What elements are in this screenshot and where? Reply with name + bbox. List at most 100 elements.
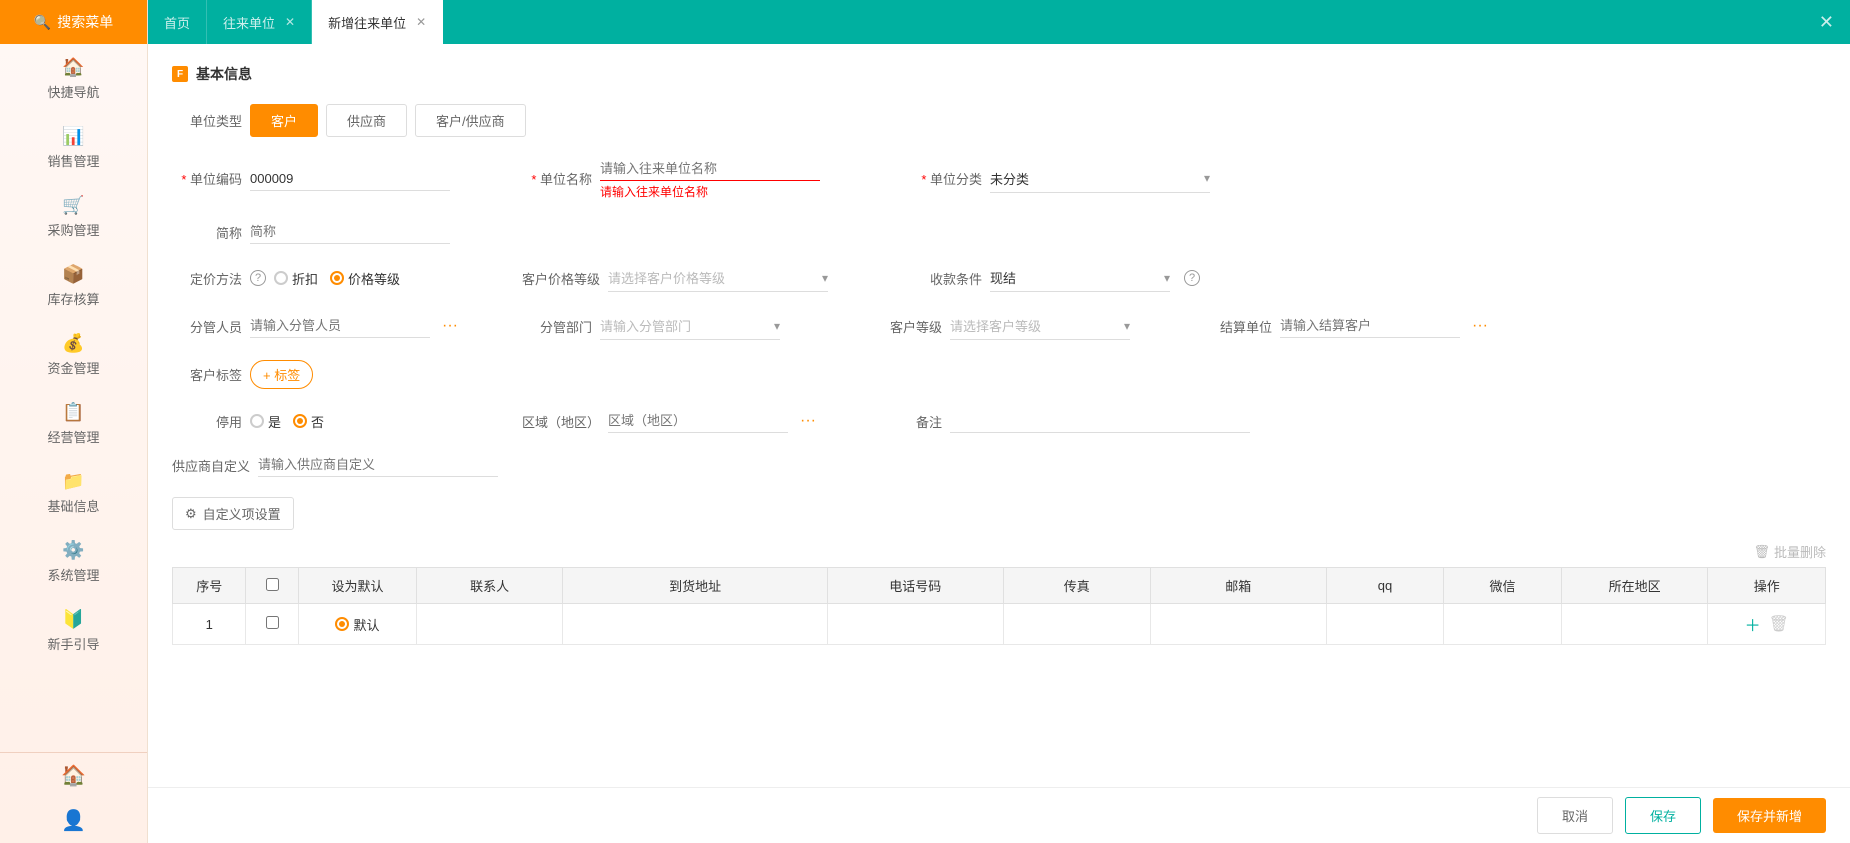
wechat-input[interactable] [1454,617,1550,632]
region-table-input[interactable] [1572,617,1698,632]
table-select-all-checkbox[interactable] [266,578,279,591]
qq-input[interactable] [1337,617,1433,632]
pricing-discount-radio[interactable]: 折扣 [274,269,318,288]
col-check-header [246,568,299,604]
row-default-label: 默认 [353,615,379,634]
settlement-unit-label: 结算单位 [1202,317,1272,336]
address-input[interactable] [573,617,816,632]
unit-type-supplier-btn[interactable]: 供应商 [326,104,407,137]
unit-code-label: 单位编码 [172,169,242,188]
row-default: 默认 [299,604,416,645]
tab-home[interactable]: 首页 [148,0,207,44]
tab-partners-close[interactable]: ✕ [285,15,295,29]
sidebar-item-label: 采购管理 [47,220,99,239]
tab-new-partner-label: 新增往来单位 [328,13,406,32]
row-contact[interactable] [416,604,563,645]
save-button[interactable]: 保存 [1625,797,1701,834]
unit-category-field: 单位分类 未分类 ▾ [912,165,1252,193]
save-new-button[interactable]: 保存并新增 [1713,798,1826,833]
sidebar-item-operations[interactable]: 📋 经营管理 [0,389,147,458]
manager-label: 分管人员 [172,317,242,336]
tab-bar-close-all[interactable]: ✕ [1803,12,1850,33]
add-tag-button[interactable]: + 标签 [250,360,313,389]
sidebar-item-guide[interactable]: 🔰 新手引导 [0,596,147,665]
pricing-level-radio[interactable]: 价格等级 [330,269,400,288]
department-select[interactable]: 请输入分管部门 ▾ [600,312,780,340]
sidebar-item-purchase[interactable]: 🛒 采购管理 [0,182,147,251]
customer-price-level-select[interactable]: 请选择客户价格等级 ▾ [608,264,828,292]
row-delete-btn[interactable]: 🗑 [1769,614,1789,634]
sidebar-user-icon[interactable]: 👤 [0,798,147,843]
sidebar-item-system[interactable]: ⚙️ 系统管理 [0,527,147,596]
pricing-method-radios: 折扣 价格等级 [274,269,400,288]
sidebar-item-inventory[interactable]: 📦 库存核算 [0,251,147,320]
sidebar-item-basic-info[interactable]: 📁 基础信息 [0,458,147,527]
tab-partners[interactable]: 往来单位 ✕ [207,0,312,44]
row-wechat[interactable] [1444,604,1561,645]
manager-input[interactable] [250,314,430,338]
pricing-help-icon[interactable]: ? [250,270,266,286]
purchase-icon: 🛒 [63,194,85,216]
sidebar-home-icon[interactable]: 🏠 [0,753,147,798]
row-default-radio[interactable]: 默认 [309,615,405,634]
discount-label: 折扣 [292,269,318,288]
fax-input[interactable] [1014,617,1140,632]
settlement-unit-more-btn[interactable]: ··· [1468,317,1492,335]
unit-category-value: 未分类 [990,169,1029,188]
row-fax[interactable] [1003,604,1150,645]
customer-level-select[interactable]: 请选择客户等级 ▾ [950,312,1130,340]
col-phone-header: 电话号码 [827,568,1003,604]
payment-help-icon[interactable]: ? [1184,270,1200,286]
tab-partners-label: 往来单位 [223,13,275,32]
gear-icon: ⚙ [185,506,197,522]
contact-input[interactable] [427,617,553,632]
batch-delete-label[interactable]: 批量删除 [1774,542,1826,561]
sidebar-item-finance[interactable]: 💰 资金管理 [0,320,147,389]
tab-home-label: 首页 [164,13,190,32]
unit-category-select[interactable]: 未分类 ▾ [990,165,1210,193]
unit-code-input[interactable] [250,167,450,191]
price-level-circle [330,271,344,285]
sidebar-item-label: 资金管理 [47,358,99,377]
row-ops: ＋ 🗑 [1708,604,1826,645]
disable-yes-radio[interactable]: 是 [250,412,281,431]
sidebar: 🔍 搜索菜单 🏠 快捷导航 📊 销售管理 🛒 采购管理 📦 库存核算 💰 资金管… [0,0,148,843]
search-menu-button[interactable]: 🔍 搜索菜单 [0,0,147,44]
custom-settings-label: 自定义项设置 [203,504,281,523]
operations-icon: 📋 [63,401,85,423]
settlement-unit-input[interactable] [1280,314,1460,338]
region-more-btn[interactable]: ··· [796,412,820,430]
notes-label: 备注 [872,412,942,431]
region-input[interactable] [608,409,788,433]
short-name-input[interactable] [250,220,450,244]
row-email[interactable] [1150,604,1326,645]
notes-input[interactable] [950,409,1250,433]
unit-name-input[interactable] [600,157,820,181]
customer-level-label: 客户等级 [872,317,942,336]
tab-new-partner[interactable]: 新增往来单位 ✕ [312,0,443,44]
sidebar-item-sales[interactable]: 📊 销售管理 [0,113,147,182]
supplier-custom-label: 供应商自定义 [172,456,250,475]
system-icon: ⚙️ [63,539,85,561]
custom-settings-button[interactable]: ⚙ 自定义项设置 [172,497,294,530]
customer-tag-label: 客户标签 [172,365,242,384]
cancel-button[interactable]: 取消 [1537,797,1613,834]
row-address[interactable] [563,604,827,645]
customer-price-level-placeholder: 请选择客户价格等级 [608,268,725,287]
unit-type-customer-btn[interactable]: 客户 [250,104,318,137]
row-checkbox[interactable] [266,616,279,629]
tab-new-partner-close[interactable]: ✕ [416,15,426,29]
customer-price-level-label: 客户价格等级 [522,269,600,288]
row-region[interactable] [1561,604,1708,645]
row-phone[interactable] [827,604,1003,645]
row-qq[interactable] [1326,604,1443,645]
unit-type-both-btn[interactable]: 客户/供应商 [415,104,526,137]
row-add-btn[interactable]: ＋ [1745,612,1761,636]
payment-terms-select[interactable]: 现结 ▾ [990,264,1170,292]
email-input[interactable] [1161,617,1316,632]
phone-input[interactable] [838,617,993,632]
supplier-custom-input[interactable] [258,453,498,477]
manager-more-btn[interactable]: ··· [438,317,462,335]
disable-no-radio[interactable]: 否 [293,412,324,431]
sidebar-item-quick-nav[interactable]: 🏠 快捷导航 [0,44,147,113]
